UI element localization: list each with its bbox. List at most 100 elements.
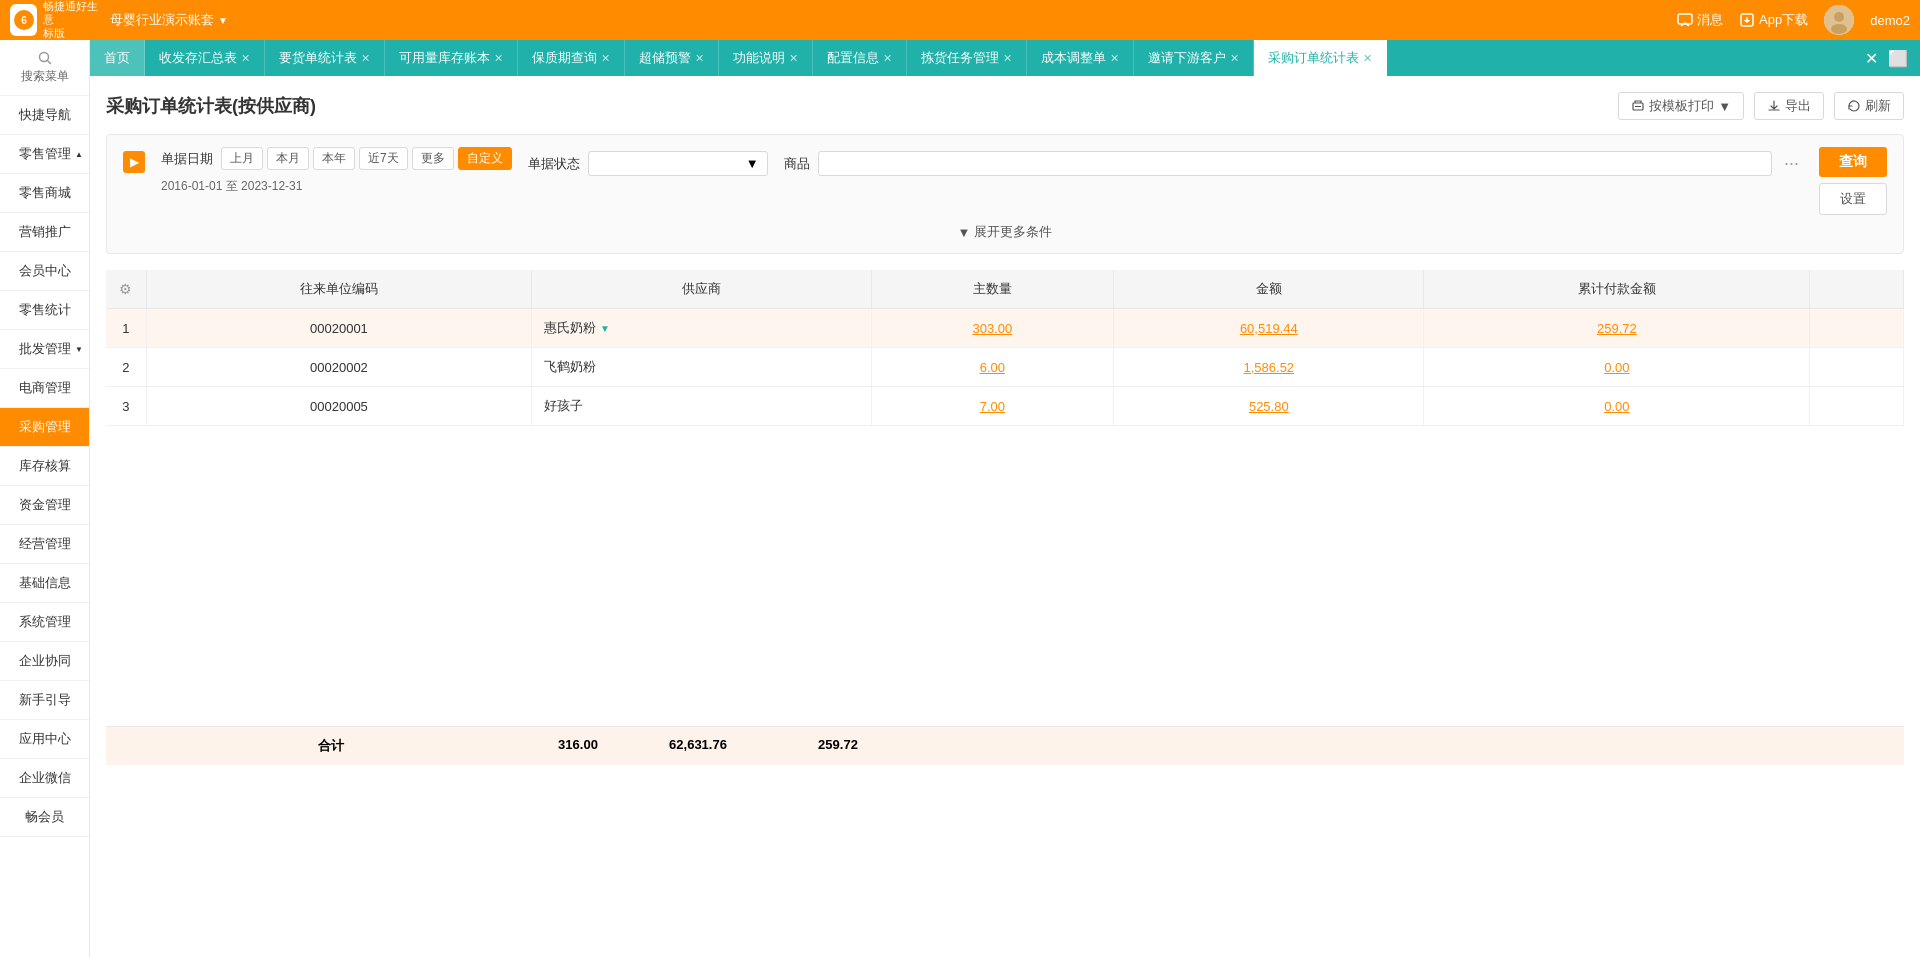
row3-supplier[interactable]: 好孩子 — [532, 387, 871, 426]
table-footer: 合计 316.00 62,631.76 259.72 — [106, 726, 1904, 765]
date-btn-7days[interactable]: 近7天 — [359, 147, 408, 170]
sidebar-item-guide[interactable]: 新手引导 — [0, 681, 89, 720]
close-tab-cost-adjust[interactable]: ✕ — [1110, 52, 1119, 65]
query-button[interactable]: 查询 — [1819, 147, 1887, 177]
close-tab-func-desc[interactable]: ✕ — [789, 52, 798, 65]
refresh-button[interactable]: 刷新 — [1834, 92, 1904, 120]
row1-expand-icon[interactable]: ▼ — [600, 323, 610, 334]
close-tab-invite-down[interactable]: ✕ — [1230, 52, 1239, 65]
sidebar-item-members[interactable]: 会员中心 — [0, 252, 89, 291]
avatar[interactable] — [1824, 5, 1854, 35]
row3-paid[interactable]: 0.00 — [1424, 387, 1810, 426]
tab-cost-adjust[interactable]: 成本调整单 ✕ — [1027, 40, 1134, 76]
sidebar-item-retail[interactable]: 零售管理 — [0, 135, 89, 174]
row2-amount[interactable]: 1,586.52 — [1114, 348, 1424, 387]
tab-overstock[interactable]: 超储预警 ✕ — [625, 40, 719, 76]
table-row: 1 00020001 惠氏奶粉 ▼ 303.00 60,519.44 259.7… — [106, 309, 1904, 348]
col-setting[interactable]: ⚙ — [106, 270, 146, 309]
sidebar-item-retail-mall[interactable]: 零售商城 — [0, 174, 89, 213]
col-extra — [1810, 270, 1904, 309]
close-tab-config[interactable]: ✕ — [883, 52, 892, 65]
sidebar-item-appcenter[interactable]: 应用中心 — [0, 720, 89, 759]
maximize-button[interactable]: ⬜ — [1884, 47, 1912, 70]
row1-qty[interactable]: 303.00 — [871, 309, 1114, 348]
close-tab-recv-send[interactable]: ✕ — [241, 52, 250, 65]
row2-supplier[interactable]: 飞鹤奶粉 — [532, 348, 871, 387]
expand-label: 展开更多条件 — [974, 223, 1052, 241]
tab-purchase-stats[interactable]: 采购订单统计表 ✕ — [1254, 40, 1387, 76]
sidebar-item-vip[interactable]: 畅会员 — [0, 798, 89, 837]
sidebar-item-retail-stats[interactable]: 零售统计 — [0, 291, 89, 330]
col-paid-header: 累计付款金额 — [1424, 270, 1810, 309]
date-range-display: 2016-01-01 至 2023-12-31 — [161, 178, 512, 195]
close-tab-overstock[interactable]: ✕ — [695, 52, 704, 65]
goods-more-button[interactable]: ··· — [1780, 153, 1803, 174]
row3-amount[interactable]: 525.80 — [1114, 387, 1424, 426]
date-quick-buttons: 上月 本月 本年 近7天 更多 自定义 — [221, 147, 512, 170]
status-select[interactable]: ▼ — [588, 151, 768, 176]
table-settings-icon[interactable]: ⚙ — [119, 281, 132, 297]
row1-paid[interactable]: 259.72 — [1424, 309, 1810, 348]
date-btn-custom[interactable]: 自定义 — [458, 147, 512, 170]
tab-order-stats[interactable]: 要货单统计表 ✕ — [265, 40, 385, 76]
sidebar-item-wholesale[interactable]: 批发管理 — [0, 330, 89, 369]
close-tab-usable-stock[interactable]: ✕ — [494, 52, 503, 65]
template-print-button[interactable]: 按模板打印 ▼ — [1618, 92, 1744, 120]
workspace-dropdown-icon: ▼ — [218, 15, 228, 26]
row2-paid[interactable]: 0.00 — [1424, 348, 1810, 387]
sidebar-item-search[interactable]: 搜索菜单 — [0, 40, 89, 96]
filter-expand-row[interactable]: ▼ 展开更多条件 — [123, 223, 1887, 241]
sidebar-item-ecommerce[interactable]: 电商管理 — [0, 369, 89, 408]
close-tab-pick-task[interactable]: ✕ — [1003, 52, 1012, 65]
sidebar-item-system[interactable]: 系统管理 — [0, 603, 89, 642]
workspace-selector[interactable]: 母婴行业演示账套 ▼ — [110, 11, 228, 29]
sidebar-item-wechat[interactable]: 企业微信 — [0, 759, 89, 798]
date-btn-this-month[interactable]: 本月 — [267, 147, 309, 170]
goods-filter-label: 商品 — [784, 155, 810, 173]
tab-home[interactable]: 首页 — [90, 40, 145, 76]
row1-amount[interactable]: 60,519.44 — [1114, 309, 1424, 348]
row3-extra — [1810, 387, 1904, 426]
filter-right-actions: 查询 设置 — [1819, 147, 1887, 215]
sidebar-item-inventory[interactable]: 库存核算 — [0, 447, 89, 486]
filter-area: ▶ 单据日期 上月 本月 本年 近7天 更多 — [106, 134, 1904, 254]
date-btn-this-year[interactable]: 本年 — [313, 147, 355, 170]
settings-button[interactable]: 设置 — [1819, 183, 1887, 215]
tab-pick-task[interactable]: 拣货任务管理 ✕ — [907, 40, 1027, 76]
tab-usable-stock[interactable]: 可用量库存账本 ✕ — [385, 40, 518, 76]
svg-point-6 — [1831, 24, 1847, 34]
sidebar-item-ops[interactable]: 经营管理 — [0, 525, 89, 564]
row3-qty[interactable]: 7.00 — [871, 387, 1114, 426]
close-tab-expiry-query[interactable]: ✕ — [601, 52, 610, 65]
date-btn-last-month[interactable]: 上月 — [221, 147, 263, 170]
row2-qty[interactable]: 6.00 — [871, 348, 1114, 387]
logo-icon: 6 — [10, 4, 37, 36]
close-tab-purchase-stats[interactable]: ✕ — [1363, 52, 1372, 65]
close-all-tabs-button[interactable]: ✕ — [1861, 47, 1882, 70]
goods-input[interactable] — [818, 151, 1772, 176]
row2-code: 00020002 — [146, 348, 532, 387]
status-select-arrow: ▼ — [746, 156, 759, 171]
sidebar-item-collab[interactable]: 企业协同 — [0, 642, 89, 681]
date-btn-more[interactable]: 更多 — [412, 147, 454, 170]
sidebar-item-basic[interactable]: 基础信息 — [0, 564, 89, 603]
template-dropdown-icon: ▼ — [1718, 99, 1731, 114]
filter-toggle-button[interactable]: ▶ — [123, 151, 145, 173]
close-tab-order-stats[interactable]: ✕ — [361, 52, 370, 65]
row3-no: 3 — [106, 387, 146, 426]
tab-expiry-query[interactable]: 保质期查询 ✕ — [518, 40, 625, 76]
export-button[interactable]: 导出 — [1754, 92, 1824, 120]
message-button[interactable]: 消息 — [1677, 11, 1723, 29]
sidebar-item-finance[interactable]: 资金管理 — [0, 486, 89, 525]
app-download-button[interactable]: App下载 — [1739, 11, 1808, 29]
tab-config[interactable]: 配置信息 ✕ — [813, 40, 907, 76]
tab-recv-send[interactable]: 收发存汇总表 ✕ — [145, 40, 265, 76]
row1-supplier[interactable]: 惠氏奶粉 ▼ — [532, 309, 871, 348]
sidebar-item-marketing[interactable]: 营销推广 — [0, 213, 89, 252]
nav-tabs: 首页 收发存汇总表 ✕ 要货单统计表 ✕ 可用量库存账本 ✕ 保质期查询 ✕ — [90, 40, 1920, 76]
tab-func-desc[interactable]: 功能说明 ✕ — [719, 40, 813, 76]
date-filter-label: 单据日期 — [161, 150, 213, 168]
sidebar-item-purchase[interactable]: 采购管理 — [0, 408, 89, 447]
sidebar-item-quick-nav[interactable]: 快捷导航 — [0, 96, 89, 135]
tab-invite-down[interactable]: 邀请下游客户 ✕ — [1134, 40, 1254, 76]
